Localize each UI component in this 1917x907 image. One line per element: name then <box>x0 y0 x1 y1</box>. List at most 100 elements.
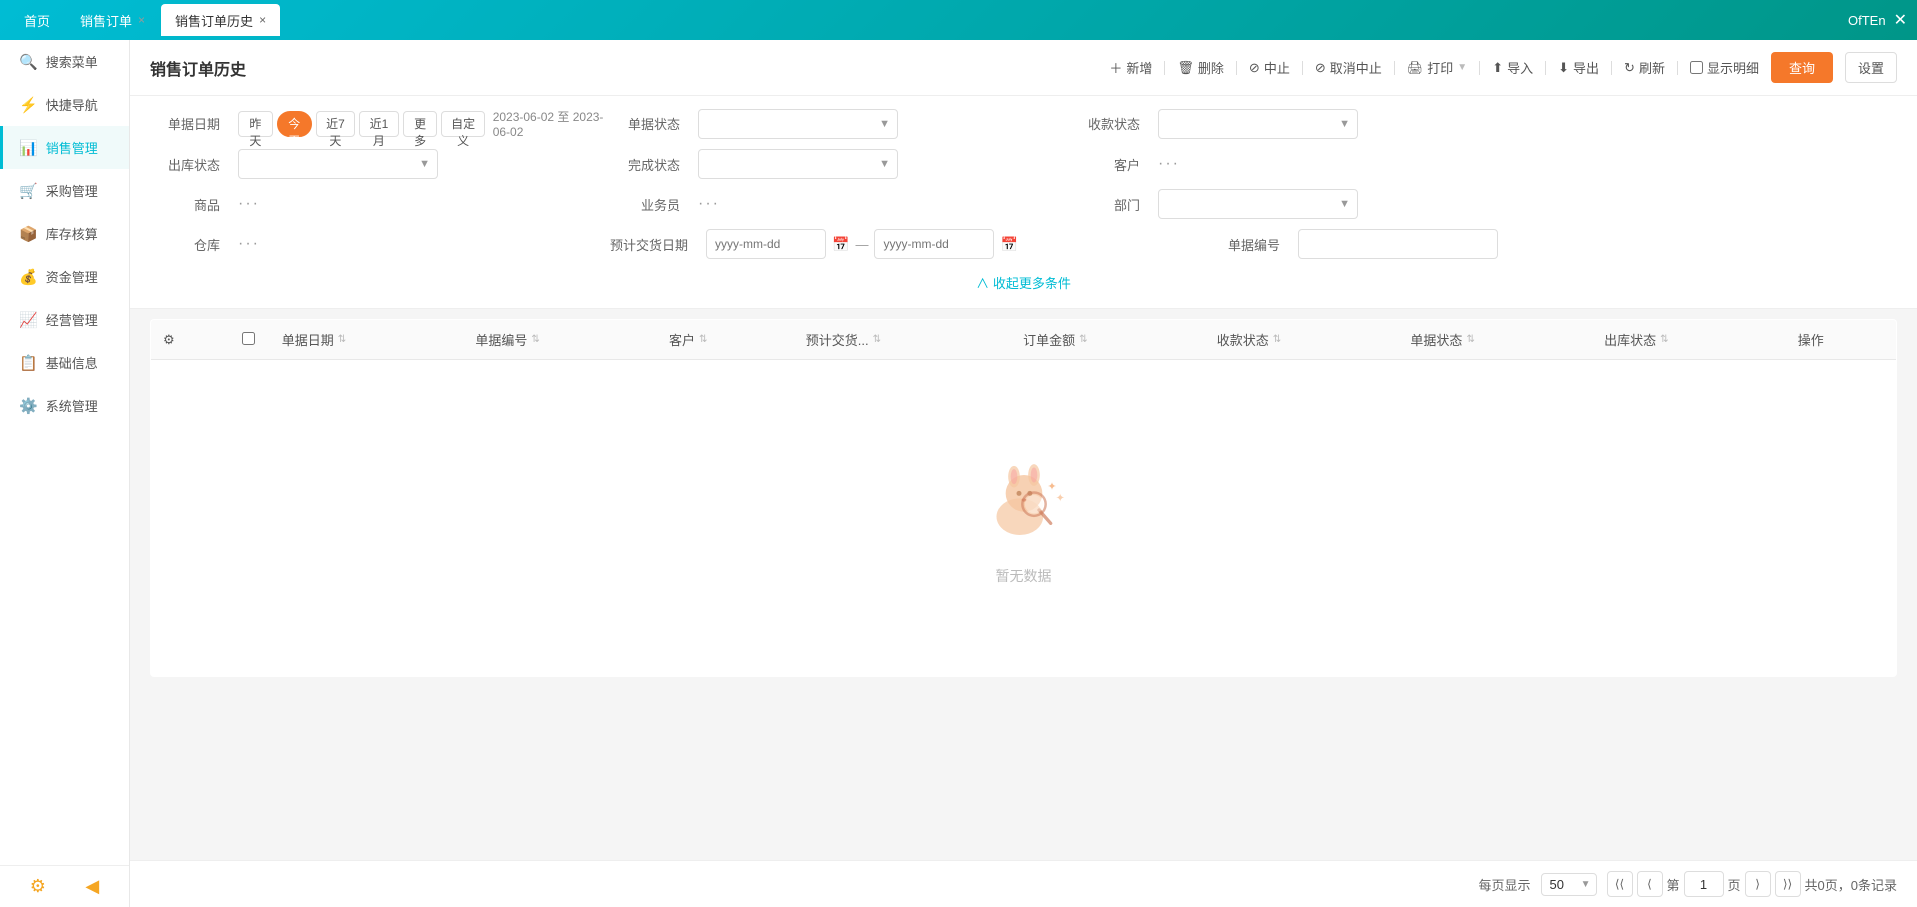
print-button[interactable]: 🖨 打印 ▼ <box>1407 58 1467 77</box>
empty-illustration: ✦ ✦ <box>974 450 1074 550</box>
sidebar-item-sales-mgmt[interactable]: 📊 销售管理 <box>0 126 129 169</box>
receipt-status-select[interactable] <box>1158 109 1358 139</box>
stop-button[interactable]: ⊘ 中止 <box>1249 58 1290 77</box>
sidebar-item-quick-nav-label: 快捷导航 <box>46 95 98 114</box>
expected-date-end[interactable] <box>874 229 994 259</box>
sidebar-item-quick-nav[interactable]: ⚡ 快捷导航 <box>0 83 129 126</box>
complete-status-label: 完成状态 <box>610 155 690 174</box>
department-field: 部门 ▼ <box>1070 189 1530 219</box>
bill-status-field: 单据状态 ▼ <box>610 109 1070 139</box>
th-order-amount[interactable]: 订单金额 ⇅ <box>1011 320 1205 360</box>
receipt-status-label: 收款状态 <box>1070 114 1150 133</box>
sidebar-item-system-mgmt-label: 系统管理 <box>46 396 98 415</box>
out-status-select[interactable] <box>238 149 438 179</box>
tab-sales-order-history-close[interactable]: × <box>259 13 266 27</box>
product-more-btn[interactable]: ··· <box>238 195 260 213</box>
query-button[interactable]: 查询 <box>1771 52 1833 83</box>
page-label-end: 页 <box>1728 875 1741 894</box>
tab-sales-order-close[interactable]: × <box>138 13 145 27</box>
calendar-end-icon[interactable]: 📅 <box>1000 236 1017 253</box>
tab-home[interactable]: 首页 <box>10 4 64 36</box>
sidebar-item-inventory[interactable]: 📦 库存核算 <box>0 212 129 255</box>
date-btn-yesterday[interactable]: 昨天 <box>238 111 273 137</box>
import-button[interactable]: ⬆ 导入 <box>1492 58 1533 77</box>
sales-rep-field: 业务员 ··· <box>610 195 1070 214</box>
display-detail-input[interactable] <box>1690 61 1703 74</box>
sidebar-item-system-mgmt[interactable]: ⚙️ 系统管理 <box>0 384 129 427</box>
page-prev-btn[interactable]: ⟨ <box>1637 871 1663 897</box>
tab-sales-order[interactable]: 销售订单 × <box>66 4 159 36</box>
page-input[interactable] <box>1684 871 1724 897</box>
date-btn-7days[interactable]: 近7天 <box>316 111 356 137</box>
date-btn-custom[interactable]: 自定义 <box>441 111 484 137</box>
delete-button[interactable]: 🗑 删除 <box>1177 58 1224 77</box>
sidebar-item-basic-info[interactable]: 📋 基础信息 <box>0 341 129 384</box>
th-out-status[interactable]: 出库状态 ⇅ <box>1592 320 1786 360</box>
table-body: ✦ ✦ 暂无数据 <box>151 360 1897 677</box>
sidebar-item-purchase-mgmt-label: 采购管理 <box>46 181 98 200</box>
settings-button[interactable]: 设置 <box>1845 52 1897 83</box>
page-next-btn[interactable]: ⟩ <box>1745 871 1771 897</box>
warehouse-field: 仓库 ··· <box>150 235 610 254</box>
th-bill-status[interactable]: 单据状态 ⇅ <box>1398 320 1592 360</box>
bill-no-input[interactable] <box>1298 229 1498 259</box>
department-select[interactable] <box>1158 189 1358 219</box>
bill-status-label: 单据状态 <box>610 114 690 133</box>
table-header-row: ⚙ 单据日期 ⇅ 单据编号 <box>151 320 1897 360</box>
tab-sales-order-history[interactable]: 销售订单历史 × <box>161 4 280 36</box>
customer-field: 客户 ··· <box>1070 155 1530 174</box>
expected-date-start[interactable] <box>706 229 826 259</box>
filter-row-1: 单据日期 昨天 今天 近7天 近1月 更多 自定义 2023-06-02 至 2… <box>150 108 1897 139</box>
date-btn-today[interactable]: 今天 <box>277 111 312 137</box>
date-btn-more[interactable]: 更多 <box>403 111 438 137</box>
per-page-select[interactable]: 10 20 50 100 <box>1541 873 1597 896</box>
page-first-btn[interactable]: ⟨⟨ <box>1607 871 1633 897</box>
cancel-stop-icon: ⊘ <box>1315 60 1326 76</box>
complete-status-select[interactable] <box>698 149 898 179</box>
th-bill-no[interactable]: 单据编号 ⇅ <box>463 320 657 360</box>
sidebar-item-capital-mgmt-label: 资金管理 <box>46 267 98 286</box>
divider4 <box>1394 61 1395 75</box>
sidebar-item-operation-mgmt[interactable]: 📈 经营管理 <box>0 298 129 341</box>
bill-no-field: 单据编号 <box>1210 229 1670 259</box>
system-mgmt-icon: ⚙️ <box>19 397 38 415</box>
select-all-checkbox[interactable] <box>242 332 255 345</box>
sidebar-settings-icon[interactable]: ⚙ <box>30 876 46 897</box>
sidebar: 🔍 搜索菜单 ⚡ 快捷导航 📊 销售管理 🛒 采购管理 📦 库存核算 💰 资金管… <box>0 40 130 907</box>
warehouse-more-btn[interactable]: ··· <box>238 235 260 253</box>
th-customer[interactable]: 客户 ⇅ <box>657 320 794 360</box>
date-btn-1month[interactable]: 近1月 <box>359 111 399 137</box>
sidebar-item-basic-info-label: 基础信息 <box>46 353 98 372</box>
display-detail-checkbox[interactable]: 显示明细 <box>1690 58 1759 77</box>
bill-status-select-wrapper: ▼ <box>698 109 898 139</box>
bill-no-label: 单据编号 <box>1210 235 1290 254</box>
calendar-start-icon[interactable]: 📅 <box>832 236 849 253</box>
sidebar-item-purchase-mgmt[interactable]: 🛒 采购管理 <box>0 169 129 212</box>
refresh-icon: ↻ <box>1624 60 1635 76</box>
bill-status-select[interactable] <box>698 109 898 139</box>
new-icon: ＋ <box>1109 58 1122 77</box>
page-last-btn[interactable]: ⟩⟩ <box>1775 871 1801 897</box>
th-receipt-status[interactable]: 收款状态 ⇅ <box>1205 320 1399 360</box>
th-date[interactable]: 单据日期 ⇅ <box>270 320 464 360</box>
table-empty-row: ✦ ✦ 暂无数据 <box>151 360 1897 677</box>
new-button[interactable]: ＋ 新增 <box>1109 58 1152 77</box>
sidebar-item-search-menu[interactable]: 🔍 搜索菜单 <box>0 40 129 83</box>
sidebar-item-capital-mgmt[interactable]: 💰 资金管理 <box>0 255 129 298</box>
customer-more-btn[interactable]: ··· <box>1158 155 1180 173</box>
divider1 <box>1164 61 1165 75</box>
refresh-button[interactable]: ↻ 刷新 <box>1624 58 1665 77</box>
sidebar-collapse-icon[interactable]: ◀ <box>85 876 99 897</box>
collapse-more-btn[interactable]: ∧ 收起更多条件 <box>150 269 1897 296</box>
empty-state: ✦ ✦ 暂无数据 <box>163 370 1884 666</box>
order-amount-sort-icon: ⇅ <box>1079 334 1087 345</box>
close-window-icon[interactable]: ✕ <box>1894 10 1907 30</box>
page-title: 销售订单历史 <box>150 56 246 80</box>
export-button[interactable]: ⬇ 导出 <box>1558 58 1599 77</box>
divider6 <box>1545 61 1546 75</box>
sales-rep-more-btn[interactable]: ··· <box>698 195 720 213</box>
th-settings[interactable]: ⚙ <box>151 320 230 360</box>
th-expected-delivery[interactable]: 预计交货... ⇅ <box>794 320 1011 360</box>
bill-status-sort-icon: ⇅ <box>1466 334 1474 345</box>
cancel-stop-button[interactable]: ⊘ 取消中止 <box>1315 58 1382 77</box>
